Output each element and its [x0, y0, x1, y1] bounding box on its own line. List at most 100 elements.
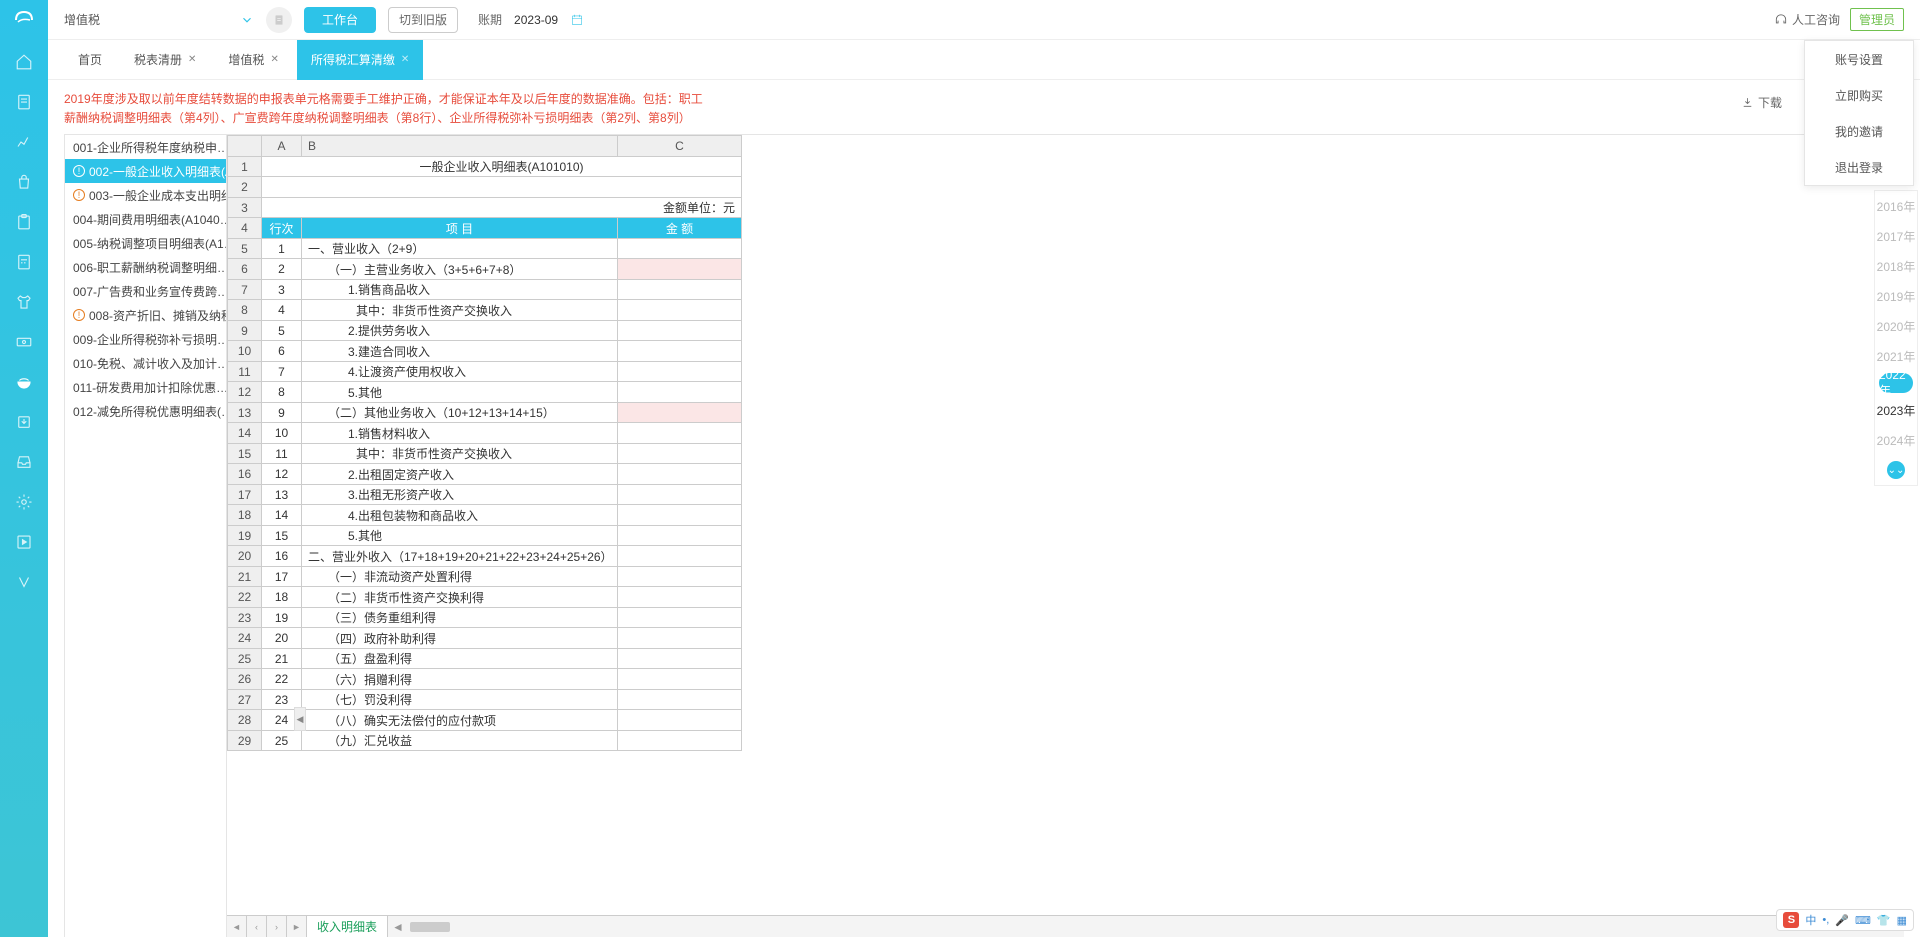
amount-cell[interactable]	[618, 300, 742, 321]
year-2020年[interactable]: 2020年	[1875, 311, 1917, 341]
amount-cell[interactable]	[618, 505, 742, 526]
amount-cell[interactable]	[618, 730, 742, 751]
nav-clip-icon[interactable]	[14, 212, 34, 232]
year-rail: 2016年2017年2018年2019年2020年2021年2022年2023年…	[1874, 190, 1918, 486]
body: 2019年度涉及取以前年度结转数据的申报表单元格需要手工维护正确，才能保证本年及…	[48, 80, 1920, 937]
sheet-nav-first[interactable]: ◄	[227, 916, 247, 937]
nav-shirt-icon[interactable]	[14, 292, 34, 312]
amount-cell[interactable]	[618, 689, 742, 710]
nav-gear-icon[interactable]	[14, 492, 34, 512]
year-2023年[interactable]: 2023年	[1875, 395, 1917, 425]
amount-cell[interactable]	[618, 648, 742, 669]
sheet-tab[interactable]: 收入明细表	[307, 916, 388, 937]
scroll-thumb[interactable]	[410, 922, 450, 932]
admin-button[interactable]: 管理员	[1850, 8, 1904, 31]
tab-close-icon[interactable]: ✕	[188, 54, 196, 65]
amount-cell[interactable]	[618, 546, 742, 567]
nav-home-icon[interactable]	[14, 52, 34, 72]
nav-play-icon[interactable]	[14, 532, 34, 552]
table-row: 14101.销售材料收入	[228, 423, 742, 444]
grid-table: ABC1一般企业收入明细表(A101010)23金额单位：元4行次项 目金 额5…	[227, 135, 742, 751]
nav-doc-icon[interactable]	[14, 92, 34, 112]
table-row: 1063.建造合同收入	[228, 341, 742, 362]
year-2024年[interactable]: 2024年	[1875, 425, 1917, 455]
workspace-button[interactable]: 工作台	[304, 7, 376, 33]
sheet-nav-prev[interactable]: ‹	[247, 916, 267, 937]
calendar-icon[interactable]	[570, 13, 584, 27]
doc-round-icon[interactable]	[266, 7, 292, 33]
download-button[interactable]: 下载	[1741, 94, 1782, 111]
dropdown-item-2[interactable]: 我的邀请	[1805, 113, 1913, 149]
h-scrollbar[interactable]: ◄	[388, 916, 1904, 937]
nav-export-icon[interactable]	[14, 412, 34, 432]
tab-2[interactable]: 增值税✕	[214, 40, 292, 80]
year-2016年[interactable]: 2016年	[1875, 191, 1917, 221]
tab-close-icon[interactable]: ✕	[401, 54, 409, 65]
breadcrumb[interactable]: 增值税	[64, 11, 254, 28]
tab-0[interactable]: 首页	[64, 40, 116, 80]
amount-cell[interactable]	[618, 484, 742, 505]
tree-node-6[interactable]: 007-广告费和业务宣传费跨…	[65, 279, 226, 303]
tab-1[interactable]: 税表清册✕	[120, 40, 210, 80]
amount-cell[interactable]	[618, 525, 742, 546]
amount-cell[interactable]	[618, 464, 742, 485]
tree-node-5[interactable]: 006-职工薪酬纳税调整明细…	[65, 255, 226, 279]
nav-chart-icon[interactable]	[14, 132, 34, 152]
tree-node-7[interactable]: !008-资产折旧、摊销及纳税…	[65, 303, 226, 327]
sheet-nav-last[interactable]: ►	[287, 916, 307, 937]
amount-cell[interactable]	[618, 710, 742, 731]
amount-cell[interactable]	[618, 587, 742, 608]
tree-node-2[interactable]: !003-一般企业成本支出明细…	[65, 183, 226, 207]
tree-collapse-handle[interactable]: ◀	[294, 707, 306, 731]
amount-cell[interactable]	[618, 341, 742, 362]
amount-cell[interactable]	[618, 361, 742, 382]
year-2018年[interactable]: 2018年	[1875, 251, 1917, 281]
dropdown-item-1[interactable]: 立即购买	[1805, 77, 1913, 113]
amount-cell[interactable]	[618, 238, 742, 259]
year-2017年[interactable]: 2017年	[1875, 221, 1917, 251]
amount-cell[interactable]	[618, 320, 742, 341]
period-value[interactable]: 2023-09	[514, 13, 558, 27]
tab-close-icon[interactable]: ✕	[270, 54, 278, 65]
amount-cell[interactable]	[618, 423, 742, 444]
amount-cell[interactable]	[618, 628, 742, 649]
switch-old-button[interactable]: 切到旧版	[388, 7, 458, 33]
year-more-icon[interactable]: ⌄⌄	[1887, 461, 1905, 479]
nav-bag-icon[interactable]	[14, 172, 34, 192]
tree-node-3[interactable]: 004-期间费用明细表(A1040…	[65, 207, 226, 231]
amount-cell[interactable]	[618, 443, 742, 464]
consult-button[interactable]: 人工咨询	[1774, 11, 1840, 28]
amount-cell[interactable]	[618, 279, 742, 300]
tree-node-1[interactable]: !002-一般企业收入明细表(A1…	[65, 159, 226, 183]
tree-node-8[interactable]: 009-企业所得税弥补亏损明…	[65, 327, 226, 351]
amount-cell[interactable]	[618, 382, 742, 403]
tree-node-10[interactable]: 011-研发费用加计扣除优惠…	[65, 375, 226, 399]
amount-cell[interactable]	[618, 566, 742, 587]
year-2019年[interactable]: 2019年	[1875, 281, 1917, 311]
tab-3[interactable]: 所得税汇算清缴✕	[297, 40, 423, 80]
nav-cash-icon[interactable]	[14, 332, 34, 352]
amount-cell[interactable]	[618, 669, 742, 690]
year-2022年[interactable]: 2022年	[1879, 373, 1913, 393]
tree-node-9[interactable]: 010-免税、减计收入及加计…	[65, 351, 226, 375]
amount-cell[interactable]	[618, 607, 742, 628]
dropdown-item-0[interactable]: 账号设置	[1805, 41, 1913, 77]
sheet-nav-next[interactable]: ›	[267, 916, 287, 937]
tree-node-4[interactable]: 005-纳税调整项目明细表(A1…	[65, 231, 226, 255]
year-2021年[interactable]: 2021年	[1875, 341, 1917, 371]
nav-calc-icon[interactable]	[14, 252, 34, 272]
tree-node-0[interactable]: 001-企业所得税年度纳税申…	[65, 135, 226, 159]
dropdown-item-3[interactable]: 退出登录	[1805, 149, 1913, 185]
tree-node-11[interactable]: 012-减免所得税优惠明细表(…	[65, 399, 226, 423]
nav-inbox-icon[interactable]	[14, 452, 34, 472]
sheet[interactable]: ABC1一般企业收入明细表(A101010)23金额单位：元4行次项 目金 额5…	[227, 135, 1904, 915]
nav-v-icon[interactable]	[14, 572, 34, 592]
form-tree: 001-企业所得税年度纳税申…!002-一般企业收入明细表(A1…!003-一般…	[65, 135, 227, 937]
warn-icon: !	[73, 309, 85, 321]
nav-bowl-icon[interactable]	[14, 372, 34, 392]
ime-mic-icon: 🎤	[1835, 914, 1849, 927]
amount-cell[interactable]	[618, 402, 742, 423]
ime-bar[interactable]: S 中 •, 🎤 ⌨ 👕 ▦	[1776, 909, 1914, 931]
table-row: 18144.出租包装物和商品收入	[228, 505, 742, 526]
amount-cell[interactable]	[618, 259, 742, 280]
